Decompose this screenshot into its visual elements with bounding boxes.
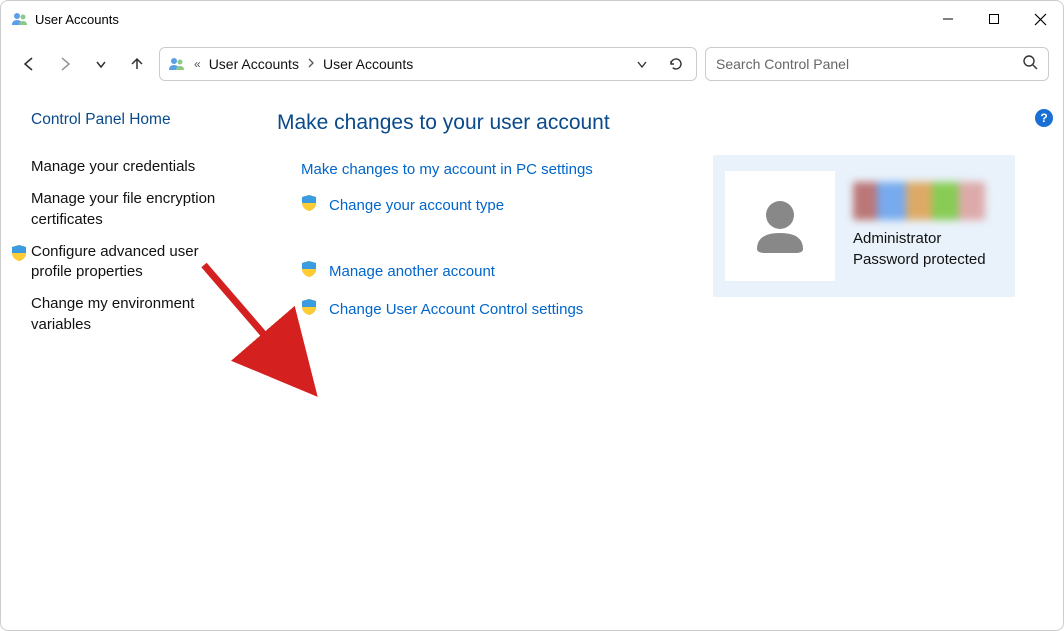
- current-account-card: Administrator Password protected: [713, 155, 1015, 297]
- sidebar-env-vars[interactable]: Change my environment variables: [31, 294, 243, 335]
- minimize-button[interactable]: [925, 1, 971, 37]
- shield-icon: [11, 244, 27, 283]
- user-accounts-icon: [11, 10, 29, 28]
- up-button[interactable]: [123, 50, 151, 78]
- breadcrumb-seg-1[interactable]: User Accounts: [209, 56, 299, 72]
- chevron-right-icon[interactable]: [305, 57, 317, 71]
- avatar: [725, 171, 835, 281]
- account-role: Administrator: [853, 228, 1003, 249]
- sidebar-item-label: Change my environment variables: [31, 294, 243, 335]
- link-label: Change your account type: [329, 197, 504, 214]
- account-info: Administrator Password protected: [853, 182, 1003, 270]
- control-panel-home-link[interactable]: Control Panel Home: [31, 111, 243, 129]
- forward-button[interactable]: [51, 50, 79, 78]
- search-icon[interactable]: [1022, 54, 1038, 75]
- sidebar: Control Panel Home Manage your credentia…: [31, 111, 263, 347]
- breadcrumb-seg-2[interactable]: User Accounts: [323, 56, 413, 72]
- shield-icon: [301, 194, 319, 216]
- title-bar: User Accounts: [1, 1, 1063, 37]
- sidebar-manage-credentials[interactable]: Manage your credentials: [31, 157, 243, 177]
- window-controls: [925, 1, 1063, 37]
- search-bar[interactable]: [705, 47, 1049, 81]
- shield-icon: [301, 298, 319, 320]
- address-dropdown-button[interactable]: [628, 50, 656, 78]
- sidebar-item-label: Manage your credentials: [31, 157, 195, 177]
- recent-dropdown-button[interactable]: [87, 50, 115, 78]
- breadcrumb-overflow-icon[interactable]: «: [192, 57, 203, 71]
- sidebar-advanced-profile[interactable]: Configure advanced user profile properti…: [31, 242, 243, 283]
- link-uac-settings[interactable]: Change User Account Control settings: [301, 298, 1051, 320]
- shield-icon: [301, 260, 319, 282]
- window-title: User Accounts: [35, 12, 925, 27]
- sidebar-item-label: Manage your file encryption certificates: [31, 189, 243, 230]
- sidebar-item-label: Configure advanced user profile properti…: [31, 242, 243, 283]
- content-area: Control Panel Home Manage your credentia…: [1, 91, 1063, 347]
- search-input[interactable]: [716, 56, 1022, 72]
- main-panel: Make changes to your user account Make c…: [263, 111, 1051, 347]
- sidebar-file-encryption-certs[interactable]: Manage your file encryption certificates: [31, 189, 243, 230]
- link-label: Make changes to my account in PC setting…: [301, 161, 593, 178]
- page-heading: Make changes to your user account: [277, 111, 1051, 135]
- refresh-button[interactable]: [662, 50, 690, 78]
- close-button[interactable]: [1017, 1, 1063, 37]
- maximize-button[interactable]: [971, 1, 1017, 37]
- account-name-blurred: [853, 182, 985, 220]
- link-label: Change User Account Control settings: [329, 301, 583, 318]
- link-label: Manage another account: [329, 263, 495, 280]
- account-status: Password protected: [853, 249, 1003, 270]
- back-button[interactable]: [15, 50, 43, 78]
- user-accounts-icon: [168, 55, 186, 73]
- address-bar[interactable]: « User Accounts User Accounts: [159, 47, 697, 81]
- nav-toolbar: « User Accounts User Accounts: [1, 37, 1063, 91]
